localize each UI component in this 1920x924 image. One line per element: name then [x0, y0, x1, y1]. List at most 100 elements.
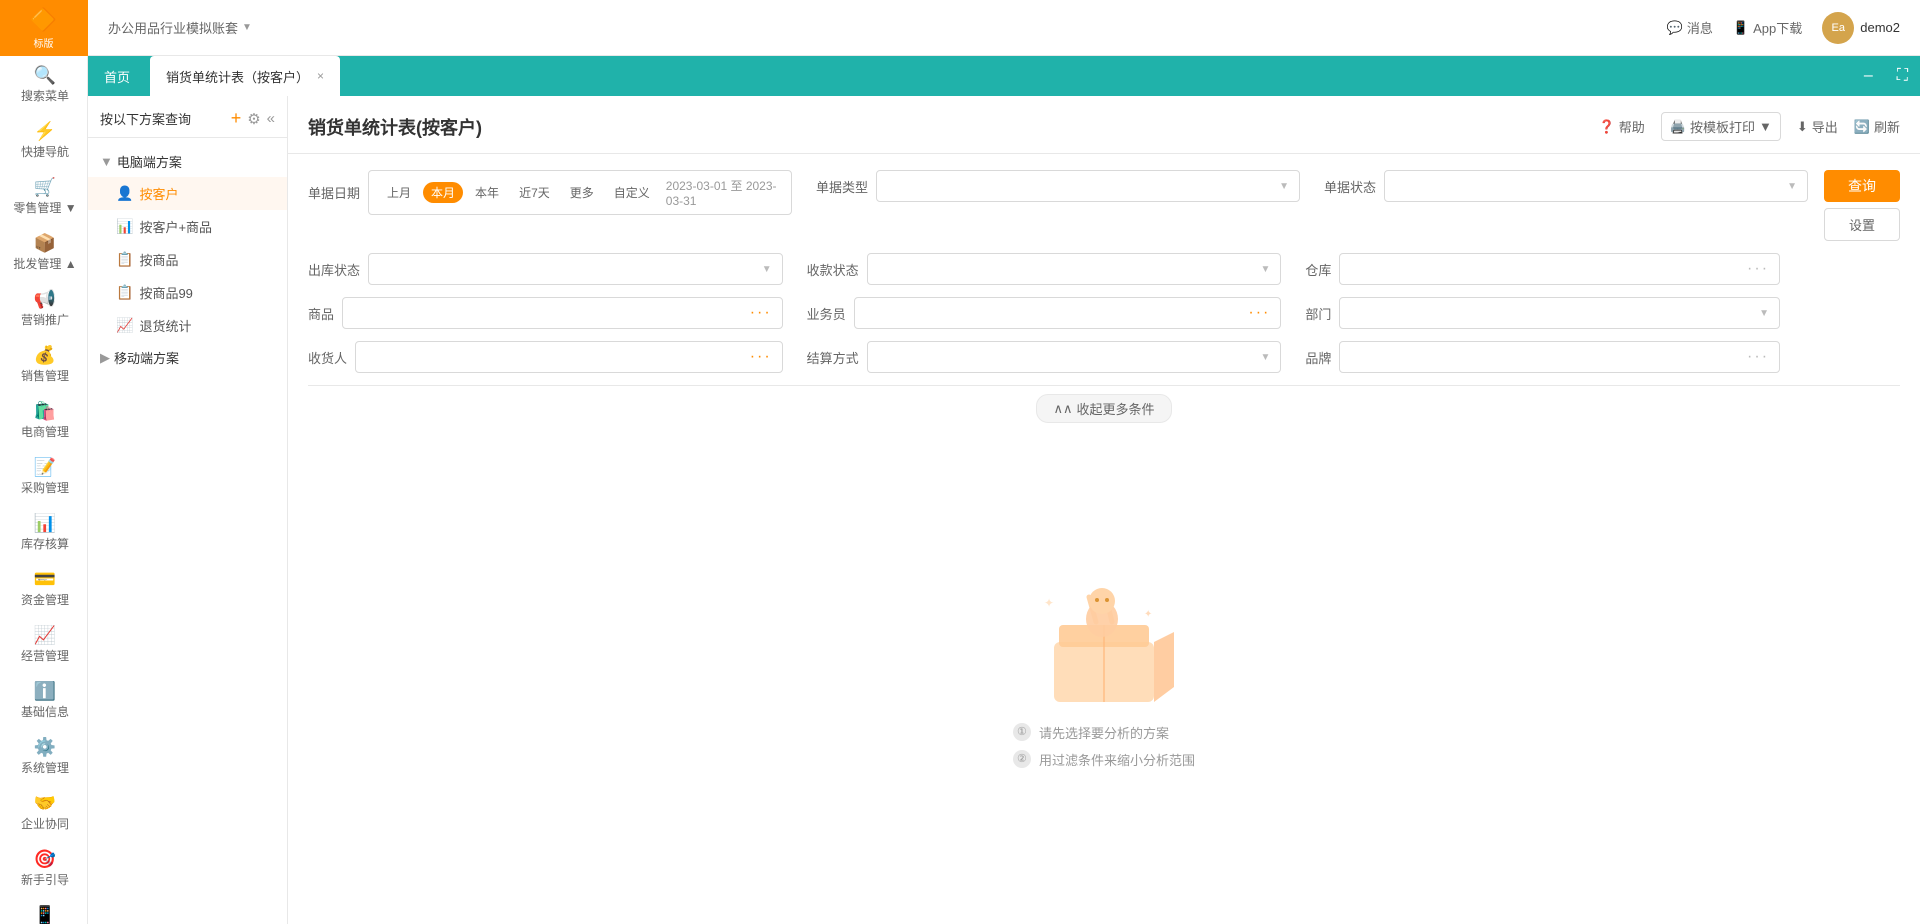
help-action[interactable]: ❓ 帮助 — [1599, 117, 1645, 136]
warehouse-filter[interactable]: ··· — [1339, 253, 1780, 285]
date-tab-this-year[interactable]: 本年 — [467, 182, 507, 203]
sidebar-item-marketing[interactable]: 📢 营销推广 — [0, 280, 87, 336]
product-dots: ··· — [750, 304, 772, 322]
collapse-up-icon: ∧∧ — [1053, 401, 1072, 417]
data-area: ✦ ✦ ① 请先选择要分析的方案 ② 用过滤条件来缩小分析范围 — [288, 431, 1920, 924]
sidebar-item-operations[interactable]: 📈 经营管理 — [0, 616, 87, 672]
scheme-item-by-product[interactable]: 📋 按商品 — [88, 243, 287, 276]
tab-maximize-icon[interactable]: ⛶ — [1885, 67, 1920, 85]
doc-type-chevron: ▼ — [1279, 181, 1289, 192]
tab-minimize-icon[interactable]: – — [1852, 67, 1885, 85]
query-button[interactable]: 查询 — [1824, 170, 1900, 202]
sidebar-label-marketing: 营销推广 — [21, 313, 69, 327]
panel-collapse-btn[interactable]: « — [267, 110, 275, 127]
message-action[interactable]: 💬 消息 — [1667, 18, 1713, 37]
scheme-item-by-customer[interactable]: 👤 按客户 — [88, 177, 287, 210]
sidebar-item-search[interactable]: 🔍 搜索菜单 — [0, 56, 87, 112]
empty-state: ✦ ✦ ① 请先选择要分析的方案 ② 用过滤条件来缩小分析范围 — [1013, 587, 1195, 769]
print-btn[interactable]: 🖨️ 按模板打印 ▼ — [1661, 112, 1781, 141]
refresh-action[interactable]: 🔄 刷新 — [1854, 117, 1900, 136]
scheme-item-product99[interactable]: 📋 按商品99 — [88, 276, 287, 309]
export-action[interactable]: ⬇ 导出 — [1797, 117, 1838, 136]
receiver-filter[interactable]: ··· — [355, 341, 783, 373]
sidebar-label-enterprise: 企业协同 — [21, 817, 69, 831]
sidebar-item-apps[interactable]: 📱 应用中心 — [0, 896, 87, 924]
date-filter[interactable]: 上月 本月 本年 近7天 更多 自定义 2023-03-01 至 2023-03… — [368, 170, 792, 215]
tab-close-icon[interactable]: × — [317, 69, 324, 83]
apps-icon: 📱 — [34, 905, 56, 924]
sidebar-item-quicknav[interactable]: ⚡ 快捷导航 — [0, 112, 87, 168]
collapse-button[interactable]: ∧∧ 收起更多条件 — [1036, 394, 1171, 423]
enterprise-icon: 🤝 — [34, 793, 56, 814]
out-status-filter[interactable]: ▼ — [368, 253, 783, 285]
hint-text-2: 用过滤条件来缩小分析范围 — [1039, 750, 1195, 769]
app-download-action[interactable]: 📱 App下载 — [1733, 18, 1802, 37]
right-content: 销货单统计表(按客户) ❓ 帮助 🖨️ 按模板打印 ▼ ⬇ 导出 — [288, 96, 1920, 924]
collapse-label: 收起更多条件 — [1077, 399, 1155, 418]
collect-status-filter[interactable]: ▼ — [867, 253, 1282, 285]
tab-bar: 首页 销货单统计表（按客户） × – ⛶ — [88, 56, 1920, 96]
finance-icon: 💳 — [34, 569, 56, 590]
left-panel: 按以下方案查询 + ⚙ « ▼ 电脑端方案 👤 按客户 — [88, 96, 288, 924]
salesperson-filter[interactable]: ··· — [854, 297, 1282, 329]
customer-icon: 👤 — [116, 185, 133, 202]
department-filter[interactable]: ▼ — [1339, 297, 1780, 329]
scheme-group-mobile-header[interactable]: ▶ 移动端方案 — [88, 342, 287, 373]
salesperson-dots: ··· — [1248, 304, 1270, 322]
date-tab-custom[interactable]: 自定义 — [606, 182, 658, 203]
panel-add-btn[interactable]: + — [231, 108, 242, 129]
sidebar-item-sales[interactable]: 💰 销售管理 — [0, 336, 87, 392]
group-name-mobile: 移动端方案 — [114, 348, 179, 367]
department-chevron: ▼ — [1759, 308, 1769, 319]
sidebar-item-inventory[interactable]: 📊 库存核算 — [0, 504, 87, 560]
sidebar-item-ecommerce[interactable]: 🛍️ 电商管理 — [0, 392, 87, 448]
settings-button[interactable]: 设置 — [1824, 208, 1900, 241]
panel-settings-btn[interactable]: ⚙ — [247, 110, 260, 128]
scheme-label-return-stats: 退货统计 — [139, 316, 191, 335]
tab-home[interactable]: 首页 — [88, 56, 146, 96]
settlement-filter[interactable]: ▼ — [867, 341, 1282, 373]
scheme-group-desktop-header[interactable]: ▼ 电脑端方案 — [88, 146, 287, 177]
sidebar-label-search: 搜索菜单 — [21, 89, 69, 103]
sidebar-item-purchase[interactable]: 📝 采购管理 — [0, 448, 87, 504]
svg-text:✦: ✦ — [1044, 596, 1054, 610]
sidebar-item-retail[interactable]: 🛒 零售管理 ▼ — [0, 168, 87, 224]
date-tab-7days[interactable]: 近7天 — [511, 182, 558, 203]
date-tab-this-month[interactable]: 本月 — [423, 182, 463, 203]
tab-active-label: 销货单统计表（按客户） — [166, 67, 309, 86]
sidebar-item-finance[interactable]: 💳 资金管理 — [0, 560, 87, 616]
scheme-item-customer-product[interactable]: 📊 按客户+商品 — [88, 210, 287, 243]
tab-active[interactable]: 销货单统计表（按客户） × — [150, 56, 340, 96]
ecommerce-icon: 🛍️ — [34, 401, 56, 422]
scheme-item-return-stats[interactable]: 📈 退货统计 — [88, 309, 287, 342]
out-status-label: 出库状态 — [308, 260, 360, 279]
date-tab-more[interactable]: 更多 — [562, 182, 602, 203]
newbie-icon: 🎯 — [34, 849, 56, 870]
help-icon: ❓ — [1599, 119, 1615, 135]
hint-text-1: 请先选择要分析的方案 — [1039, 723, 1169, 742]
date-tabs: 上月 本月 本年 近7天 更多 自定义 — [379, 182, 658, 203]
basic-icon: ℹ️ — [34, 681, 56, 702]
doc-type-filter[interactable]: ▼ — [876, 170, 1300, 202]
sidebar-item-enterprise[interactable]: 🤝 企业协同 — [0, 784, 87, 840]
date-tab-last-month[interactable]: 上月 — [379, 182, 419, 203]
sidebar-item-system[interactable]: ⚙️ 系统管理 — [0, 728, 87, 784]
sidebar-item-newbie[interactable]: 🎯 新手引导 — [0, 840, 87, 896]
out-status-chevron: ▼ — [762, 264, 772, 275]
search-icon: 🔍 — [34, 65, 56, 86]
marketing-icon: 📢 — [34, 289, 56, 310]
sales-icon: 💰 — [34, 345, 56, 366]
receiver-label: 收货人 — [308, 348, 347, 367]
date-label: 单据日期 — [308, 183, 360, 202]
app-selector[interactable]: 办公用品行业模拟账套 ▼ — [108, 18, 252, 37]
sidebar-label-newbie: 新手引导 — [21, 873, 69, 887]
print-icon: 🖨️ — [1670, 119, 1686, 135]
doc-status-filter[interactable]: ▼ — [1384, 170, 1808, 202]
user-info[interactable]: Ea demo2 — [1822, 12, 1900, 44]
sidebar-item-wholesale[interactable]: 📦 批发管理 ▲ — [0, 224, 87, 280]
user-avatar: Ea — [1822, 12, 1854, 44]
sidebar-item-basic[interactable]: ℹ️ 基础信息 — [0, 672, 87, 728]
logo-icon: 🔶 — [30, 7, 57, 33]
brand-filter[interactable]: ··· — [1339, 341, 1780, 373]
product-filter[interactable]: ··· — [342, 297, 783, 329]
